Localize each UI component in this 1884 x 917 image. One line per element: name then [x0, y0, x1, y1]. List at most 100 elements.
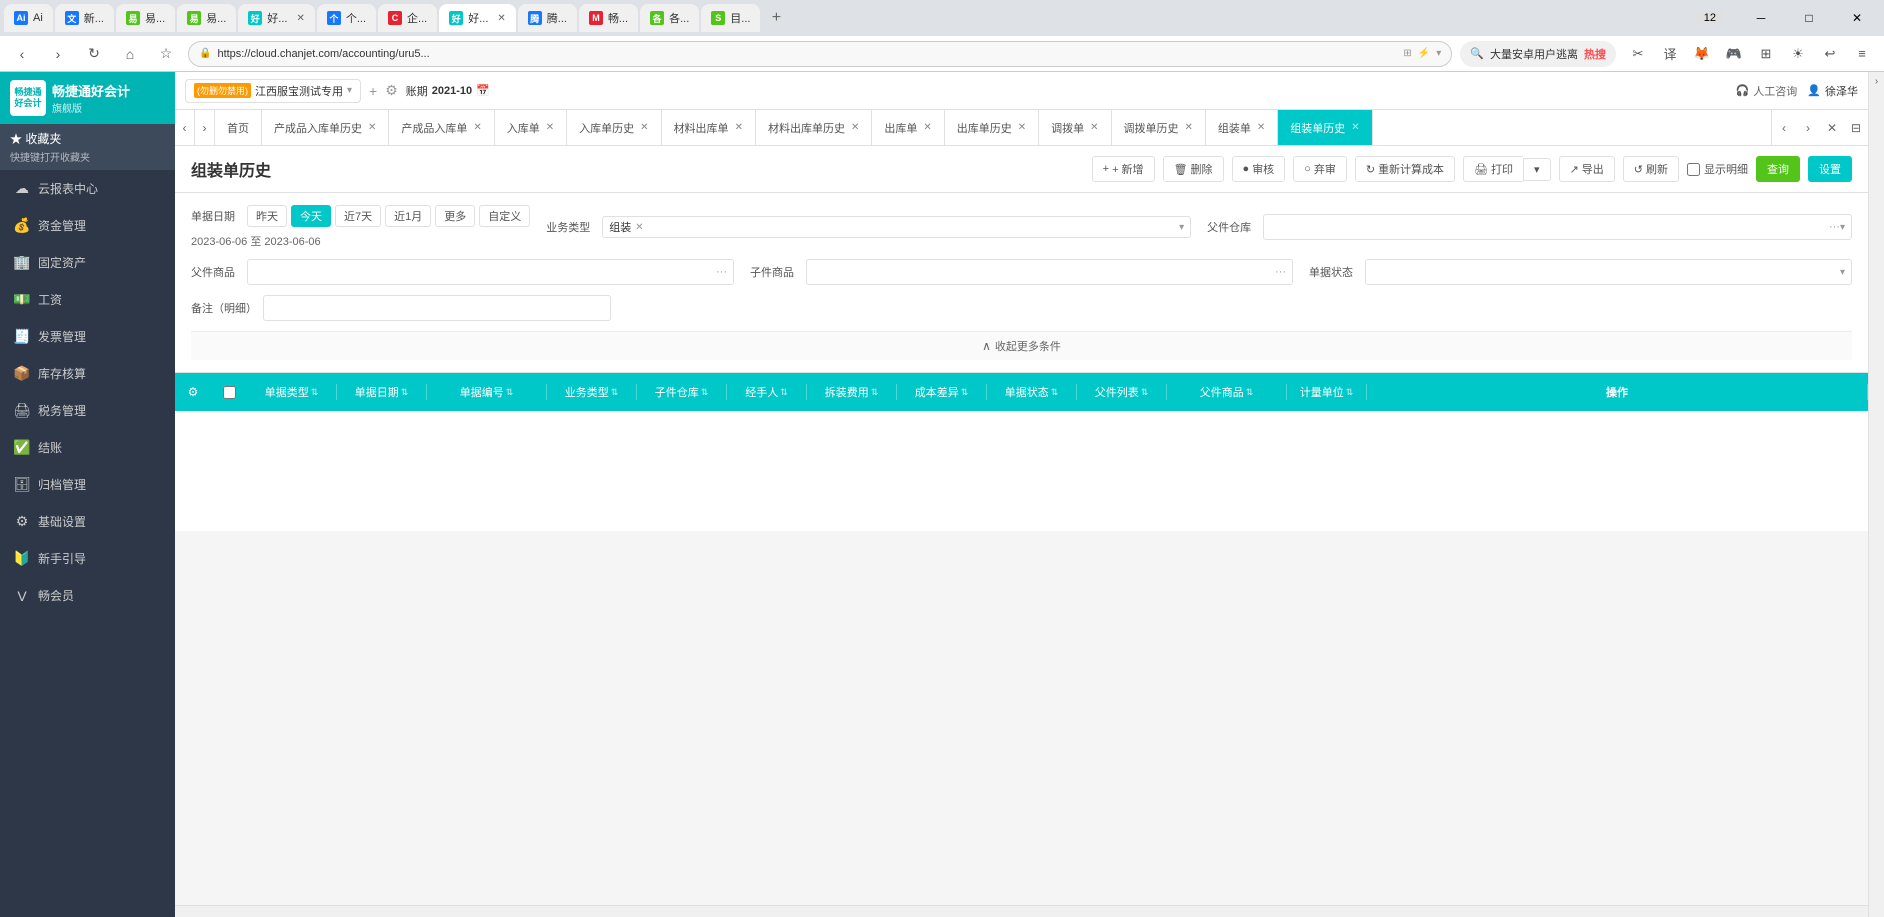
browser-tab-4[interactable]: 易 易... [177, 4, 236, 32]
tab-close-current[interactable]: ✕ [1820, 110, 1844, 146]
undo-icon[interactable]: ↩ [1816, 40, 1844, 68]
page-tab-close-material-outbound-history[interactable]: ✕ [851, 122, 859, 133]
page-tab-home[interactable]: 首页 [215, 110, 262, 146]
user-name-area[interactable]: 👤 徐泽华 [1807, 83, 1858, 99]
browser-tab-7[interactable]: C 企... [378, 4, 437, 32]
th-unit[interactable]: 计量单位 [1287, 384, 1367, 400]
sidebar-item-member[interactable]: V 畅会员 [0, 577, 175, 614]
url-dropdown-icon[interactable]: ▾ [1436, 48, 1441, 59]
th-parent-list[interactable]: 父件列表 [1077, 384, 1167, 400]
user-service-button[interactable]: 🎧 人工咨询 [1736, 83, 1798, 99]
th-handler[interactable]: 经手人 [727, 384, 807, 400]
select-all-checkbox[interactable] [223, 386, 236, 399]
sidebar-item-basic-settings[interactable]: ⚙ 基础设置 [0, 503, 175, 540]
page-tab-close-material-outbound[interactable]: ✕ [735, 122, 743, 133]
browser-tab-6[interactable]: 个 个... [317, 4, 376, 32]
page-tab-kit[interactable]: 组装单 ✕ [1206, 110, 1278, 146]
sidebar-item-fund[interactable]: 💰 资金管理 [0, 207, 175, 244]
translate-icon[interactable]: 译 [1656, 40, 1684, 68]
calendar-icon[interactable]: 📅 [476, 84, 490, 97]
child-goods-ellipsis[interactable]: ··· [1275, 266, 1286, 278]
print-button[interactable]: 🖨 打印 [1463, 156, 1523, 182]
browser-tab-10[interactable]: M 畅... [579, 4, 638, 32]
page-tab-close-assembly-history[interactable]: ✕ [1185, 122, 1193, 133]
browser-tab-2[interactable]: 文 新... [55, 4, 114, 32]
page-tab-production-inbound[interactable]: 产成品入库单 ✕ [389, 110, 494, 146]
minimize-button[interactable]: － [1738, 0, 1784, 36]
date-btn-7days[interactable]: 近7天 [335, 205, 381, 227]
sidebar-item-checkout[interactable]: ✅ 结账 [0, 429, 175, 466]
page-tab-material-outbound-history[interactable]: 材料出库单历史 ✕ [756, 110, 872, 146]
parent-warehouse-control[interactable]: ··· ▾ [1263, 214, 1852, 240]
page-tab-close-outbound[interactable]: ✕ [923, 122, 931, 133]
tab-more-options[interactable]: ⊟ [1844, 110, 1868, 146]
th-bill-no[interactable]: 单据编号 [427, 384, 547, 400]
period-selector[interactable]: 账期 2021-10 📅 [406, 83, 490, 99]
sidebar-item-tax[interactable]: 🖨 税务管理 [0, 392, 175, 429]
abandon-button[interactable]: ○ 弃审 [1293, 156, 1347, 182]
page-tab-close-kit[interactable]: ✕ [1257, 122, 1265, 133]
sidebar-item-invoice[interactable]: 🧾 发票管理 [0, 318, 175, 355]
search-box[interactable]: 🔍 大量安卓用户逃离 热搜 [1460, 41, 1616, 67]
page-tab-close-assembly[interactable]: ✕ [1090, 122, 1098, 133]
page-tab-production-inbound-history[interactable]: 产成品入库单历史 ✕ [262, 110, 389, 146]
export-button[interactable]: ↗ 导出 [1559, 156, 1615, 182]
tab-panel-collapse-right[interactable]: › [1796, 110, 1820, 146]
th-cost-diff[interactable]: 成本差异 [897, 384, 987, 400]
favorites-section[interactable]: ★ 收藏夹 快捷键打开收藏夹 [0, 124, 175, 170]
tab-scroll-left[interactable]: ‹ [175, 110, 195, 146]
new-tab-button[interactable]: + [762, 4, 790, 32]
th-child-warehouse[interactable]: 子件仓库 [637, 384, 727, 400]
parent-goods-ellipsis[interactable]: ··· [716, 266, 727, 278]
th-bill-type[interactable]: 单据类型 [247, 384, 337, 400]
cut-icon[interactable]: ✂ [1624, 40, 1652, 68]
collapse-bar[interactable]: ∧ 收起更多条件 [191, 331, 1852, 360]
settings-button[interactable]: ⚙ [385, 82, 398, 99]
page-tab-close-production-inbound[interactable]: ✕ [473, 122, 481, 133]
recalculate-button[interactable]: ↻ 重新计算成本 [1355, 156, 1455, 182]
maximize-button[interactable]: □ [1786, 0, 1832, 36]
close-button[interactable]: ✕ [1834, 0, 1880, 36]
business-type-tag-close[interactable]: ✕ [635, 222, 643, 233]
sidebar-item-inventory[interactable]: 📦 库存核算 [0, 355, 175, 392]
browser-tab-3[interactable]: 易 易... [116, 4, 175, 32]
query-button[interactable]: 查询 [1756, 156, 1800, 182]
right-sidebar[interactable]: › [1868, 72, 1884, 917]
child-goods-control[interactable]: ··· [806, 259, 1293, 285]
url-lightning-icon[interactable]: ⚡ [1418, 48, 1430, 59]
browser-tab-9[interactable]: 腾 腾... [518, 4, 577, 32]
page-tab-assembly-history[interactable]: 调拨单历史 ✕ [1112, 110, 1206, 146]
back-button[interactable]: ‹ [8, 40, 36, 68]
refresh-button[interactable]: ↺ 刷新 [1623, 156, 1679, 182]
game-icon[interactable]: 🎮 [1720, 40, 1748, 68]
date-btn-today[interactable]: 今天 [291, 205, 331, 227]
bookmark-button[interactable]: ☆ [152, 40, 180, 68]
menu-icon[interactable]: ≡ [1848, 40, 1876, 68]
browser-tab-11[interactable]: 各 各... [640, 4, 699, 32]
settings-action-button[interactable]: 设置 [1808, 156, 1852, 182]
page-tab-inbound-history[interactable]: 入库单历史 ✕ [567, 110, 661, 146]
url-expand-icon[interactable]: ⊞ [1403, 48, 1411, 59]
add-button[interactable]: + + 新增 [1092, 156, 1155, 182]
grid-icon[interactable]: ⊞ [1752, 40, 1780, 68]
brightness-icon[interactable]: ☀ [1784, 40, 1812, 68]
page-tab-close-production-inbound-history[interactable]: ✕ [368, 122, 376, 133]
page-tab-close-kit-history[interactable]: ✕ [1351, 122, 1359, 133]
sidebar-item-archive[interactable]: 🗄 归档管理 [0, 466, 175, 503]
page-tab-inbound[interactable]: 入库单 ✕ [495, 110, 567, 146]
status-dropdown[interactable]: ▾ [1840, 267, 1845, 278]
status-control[interactable]: ▾ [1365, 259, 1852, 285]
page-tab-kit-history[interactable]: 组装单历史 ✕ [1278, 110, 1372, 146]
page-tab-outbound-history[interactable]: 出库单历史 ✕ [945, 110, 1039, 146]
th-settings[interactable]: ⚙ [175, 385, 211, 399]
display-toggle-checkbox[interactable] [1687, 163, 1700, 176]
print-dropdown[interactable]: ▾ [1523, 158, 1551, 181]
browser-tab-5[interactable]: 好 好... ✕ [238, 4, 315, 32]
date-btn-custom[interactable]: 自定义 [479, 205, 530, 227]
date-btn-yesterday[interactable]: 昨天 [247, 205, 287, 227]
sidebar-item-cloud-report[interactable]: ☁ 云报表中心 [0, 170, 175, 207]
tab-close-8[interactable]: ✕ [497, 13, 505, 24]
display-toggle[interactable]: 显示明细 [1687, 161, 1748, 177]
business-type-dropdown[interactable]: ▾ [1179, 222, 1184, 233]
page-tab-assembly[interactable]: 调拨单 ✕ [1039, 110, 1111, 146]
